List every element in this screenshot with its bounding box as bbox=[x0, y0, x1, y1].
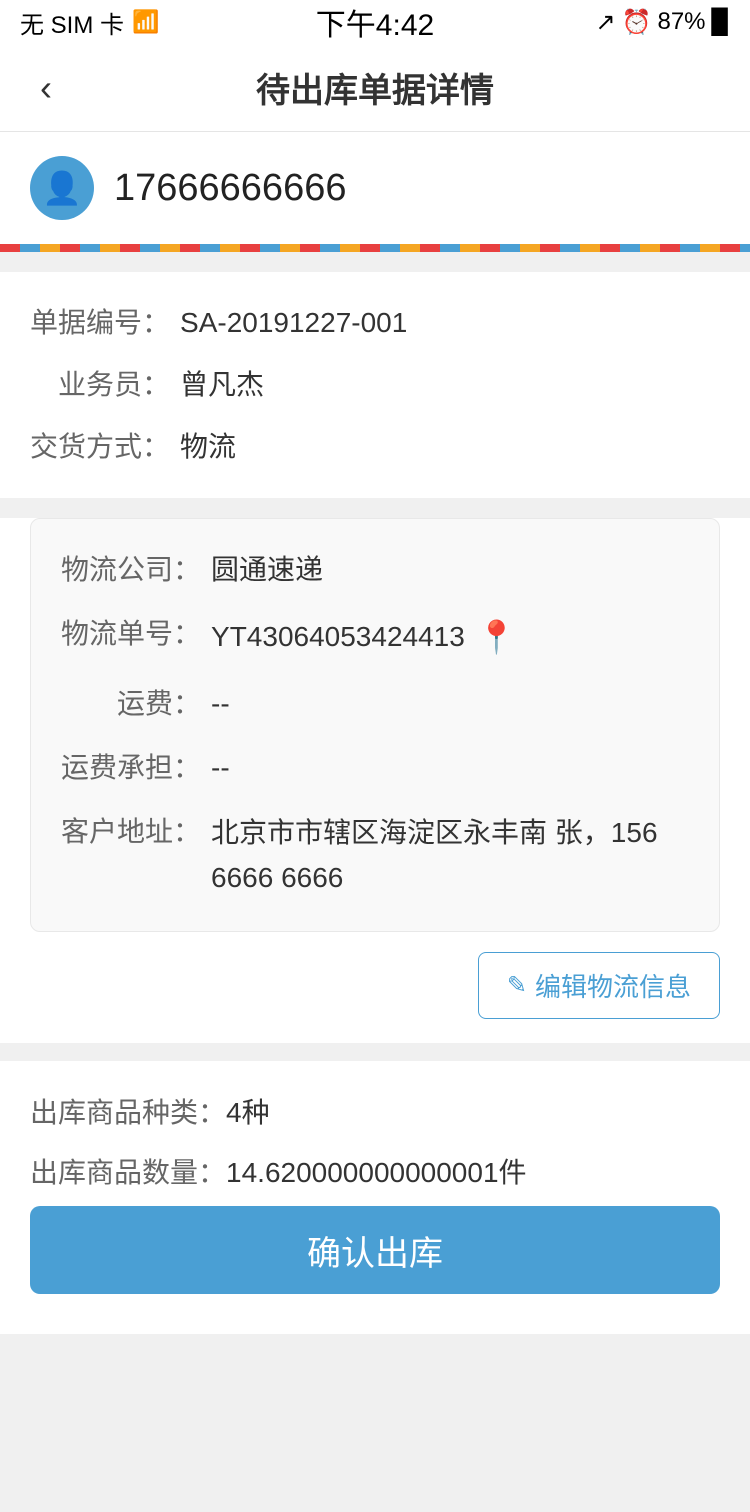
battery-icon: ▉ bbox=[712, 8, 730, 37]
document-number-value: SA-20191227-001 bbox=[180, 302, 720, 344]
logistics-company-row: 物流公司： 圆通速递 bbox=[61, 549, 689, 591]
edit-btn-label: 编辑物流信息 bbox=[535, 967, 691, 1004]
product-types-value: 4种 bbox=[226, 1091, 270, 1131]
back-button[interactable]: ‹ bbox=[30, 57, 62, 119]
location-icon: ↗ bbox=[595, 8, 615, 37]
delivery-label: 交货方式： bbox=[30, 426, 180, 468]
avatar: 👤 bbox=[30, 156, 94, 220]
document-number-label: 单据编号： bbox=[30, 302, 180, 344]
product-types-label: 出库商品种类： bbox=[30, 1091, 226, 1131]
carrier-label: 无 SIM 卡 bbox=[20, 5, 124, 40]
wifi-icon: 📶 bbox=[132, 9, 159, 35]
product-quantity-value: 14.620000000000001件 bbox=[226, 1151, 527, 1191]
address-value: 北京市市辖区海淀区永丰南 张，156 6666 6666 bbox=[211, 811, 689, 901]
salesman-label: 业务员： bbox=[30, 364, 180, 406]
edit-btn-wrap: ✎ 编辑物流信息 bbox=[0, 952, 750, 1043]
logistics-company-label: 物流公司： bbox=[61, 549, 211, 591]
freight-bearer-value: -- bbox=[211, 747, 689, 789]
delivery-value: 物流 bbox=[180, 426, 720, 468]
address-row: 客户地址： 北京市市辖区海淀区永丰南 张，156 6666 6666 bbox=[61, 811, 689, 901]
status-bar: 无 SIM 卡 📶 下午4:42 ↗ ⏰ 87% ▉ bbox=[0, 0, 750, 44]
freight-bearer-label: 运费承担： bbox=[61, 747, 211, 789]
edit-icon: ✎ bbox=[507, 971, 527, 1000]
page-title: 待出库单据详情 bbox=[256, 63, 494, 112]
customer-header: 👤 17666666666 bbox=[0, 132, 750, 244]
battery-label: 87% bbox=[657, 8, 705, 36]
logistics-wrapper: 物流公司： 圆通速递 物流单号： YT43064053424413 📍 运费： … bbox=[0, 518, 750, 1043]
delivery-row: 交货方式： 物流 bbox=[30, 426, 720, 468]
freight-row: 运费： -- bbox=[61, 683, 689, 725]
document-number-row: 单据编号： SA-20191227-001 bbox=[30, 302, 720, 344]
alarm-icon: ⏰ bbox=[622, 8, 652, 37]
freight-label: 运费： bbox=[61, 683, 211, 725]
confirm-outbound-button[interactable]: 确认出库 bbox=[30, 1206, 720, 1294]
product-types-row: 出库商品种类： 4种 bbox=[30, 1091, 720, 1131]
product-quantity-row: 出库商品数量： 14.620000000000001件 bbox=[30, 1151, 720, 1191]
status-time: 下午4:42 bbox=[316, 0, 434, 44]
product-quantity-label: 出库商品数量： bbox=[30, 1151, 226, 1191]
section-divider bbox=[0, 1043, 750, 1061]
status-left: 无 SIM 卡 📶 bbox=[20, 5, 159, 40]
address-label: 客户地址： bbox=[61, 811, 211, 853]
freight-value: -- bbox=[211, 683, 689, 725]
customer-phone: 17666666666 bbox=[114, 167, 346, 210]
edit-logistics-button[interactable]: ✎ 编辑物流信息 bbox=[478, 952, 720, 1019]
salesman-row: 业务员： 曾凡杰 bbox=[30, 364, 720, 406]
salesman-value: 曾凡杰 bbox=[180, 364, 720, 406]
confirm-btn-label: 确认出库 bbox=[307, 1226, 443, 1275]
tracking-location-icon[interactable]: 📍 bbox=[477, 613, 517, 661]
avatar-icon: 👤 bbox=[42, 169, 82, 207]
logistics-card: 物流公司： 圆通速递 物流单号： YT43064053424413 📍 运费： … bbox=[30, 518, 720, 932]
logistics-company-value: 圆通速递 bbox=[211, 549, 689, 591]
logistics-tracking-label: 物流单号： bbox=[61, 613, 211, 655]
status-right: ↗ ⏰ 87% ▉ bbox=[595, 8, 730, 37]
decorative-divider bbox=[0, 244, 750, 252]
nav-bar: ‹ 待出库单据详情 bbox=[0, 44, 750, 132]
document-info-section: 单据编号： SA-20191227-001 业务员： 曾凡杰 交货方式： 物流 bbox=[0, 272, 750, 498]
logistics-tracking-value: YT43064053424413 📍 bbox=[211, 613, 689, 661]
logistics-tracking-row: 物流单号： YT43064053424413 📍 bbox=[61, 613, 689, 661]
bottom-bar: 确认出库 bbox=[0, 1186, 750, 1334]
freight-bearer-row: 运费承担： -- bbox=[61, 747, 689, 789]
